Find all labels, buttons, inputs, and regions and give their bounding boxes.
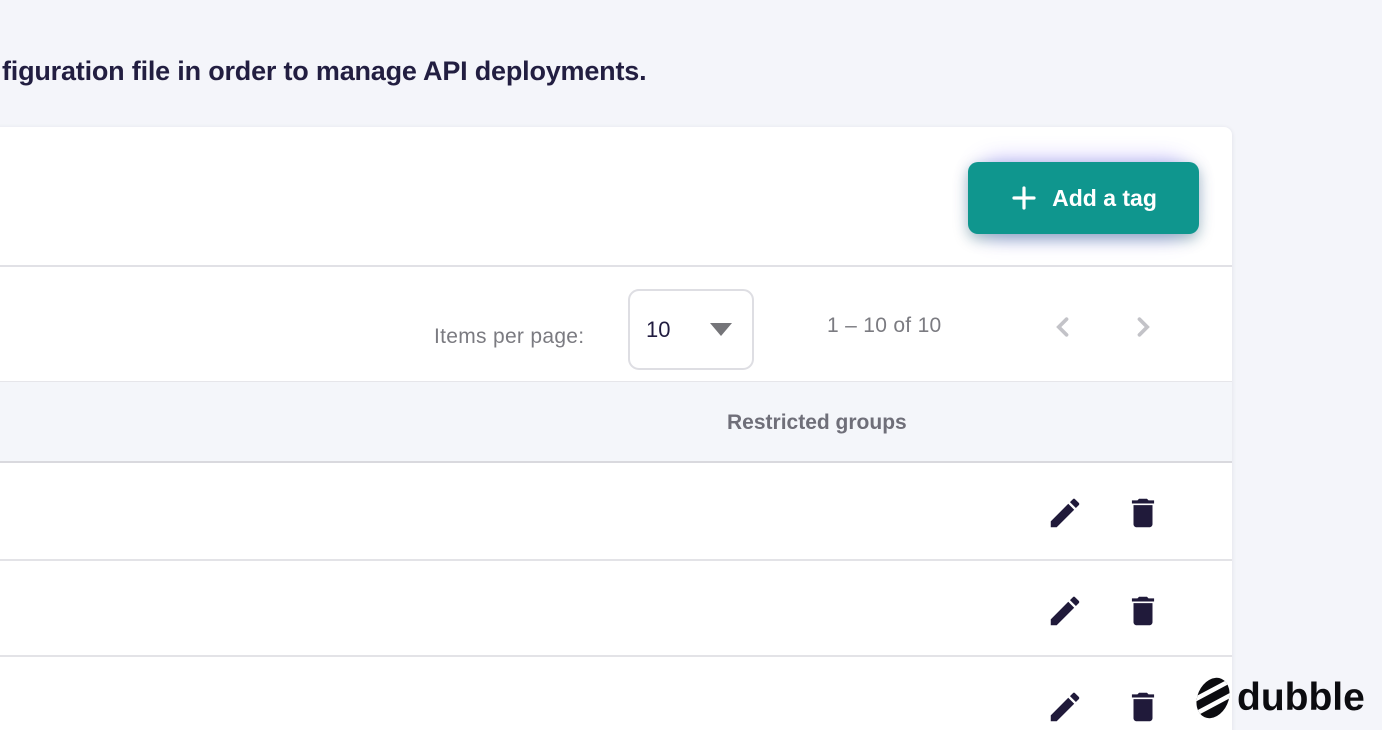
page-size-value: 10 [646, 317, 670, 343]
add-tag-label: Add a tag [1052, 185, 1157, 212]
edit-icon [1046, 688, 1084, 726]
dropdown-caret-icon [710, 323, 732, 336]
table-row [0, 657, 1232, 730]
card-header-divider [0, 265, 1232, 267]
add-tag-button[interactable]: Add a tag [968, 162, 1199, 234]
edit-button[interactable] [1046, 592, 1084, 630]
chevron-right-icon [1126, 310, 1160, 344]
delete-button[interactable] [1124, 592, 1162, 630]
delete-button[interactable] [1124, 494, 1162, 532]
plus-icon [1010, 184, 1038, 212]
edit-icon [1046, 494, 1084, 532]
delete-icon [1124, 494, 1162, 532]
screen: figuration file in order to manage API d… [0, 0, 1382, 730]
delete-icon [1124, 592, 1162, 630]
items-per-page-label: Items per page: [434, 325, 584, 349]
edit-button[interactable] [1046, 688, 1084, 726]
table-row [0, 463, 1232, 561]
column-header-restricted-groups: Restricted groups [727, 411, 907, 435]
edit-button[interactable] [1046, 494, 1084, 532]
edit-icon [1046, 592, 1084, 630]
dubble-logo-icon [1194, 673, 1232, 723]
page-description: figuration file in order to manage API d… [2, 56, 646, 87]
table-header-row: Restricted groups [0, 381, 1232, 463]
chevron-left-icon [1046, 310, 1080, 344]
next-page-button[interactable] [1126, 310, 1160, 344]
delete-icon [1124, 688, 1162, 726]
table-row [0, 561, 1232, 657]
dubble-watermark: dubble [1194, 673, 1365, 723]
page-size-select[interactable]: 10 [628, 289, 754, 370]
delete-button[interactable] [1124, 688, 1162, 726]
paginator-range-label: 1 – 10 of 10 [827, 314, 942, 338]
dubble-brand-text: dubble [1237, 676, 1365, 720]
previous-page-button[interactable] [1046, 310, 1080, 344]
